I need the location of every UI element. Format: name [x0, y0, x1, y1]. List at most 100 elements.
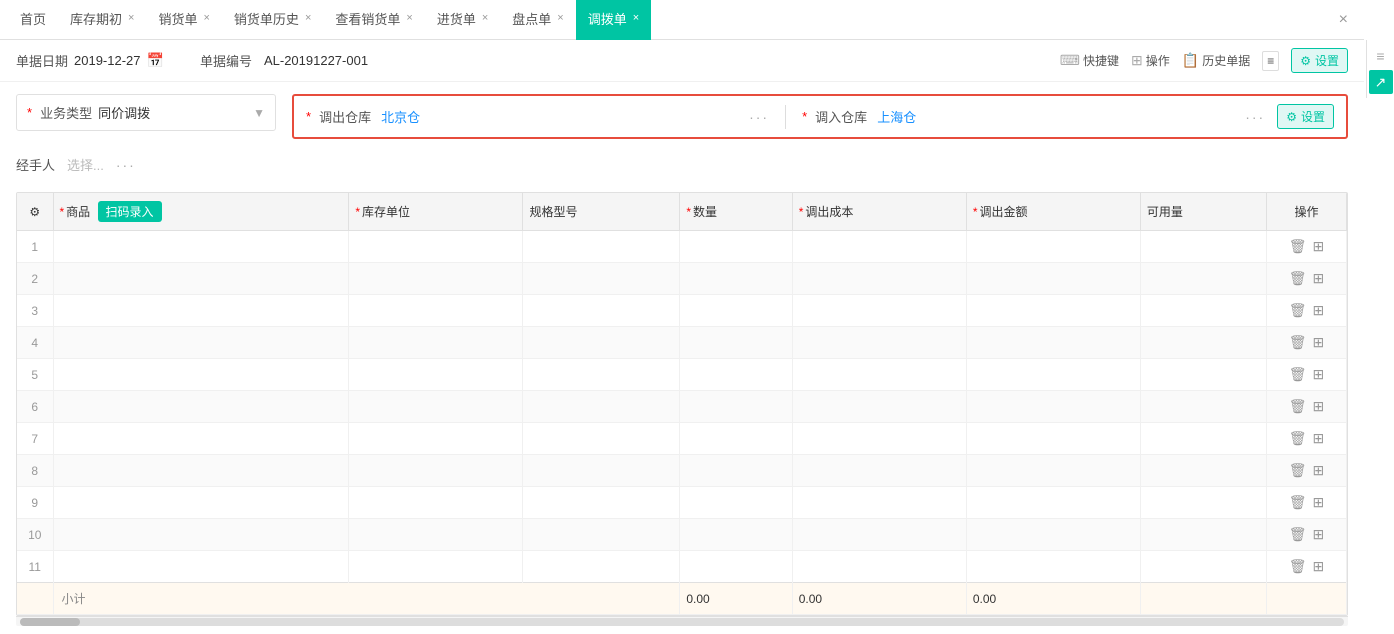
- table-settings-icon[interactable]: ⚙: [29, 205, 40, 219]
- delete-row-icon[interactable]: 🗑: [1289, 270, 1307, 287]
- delete-row-icon[interactable]: 🗑: [1289, 558, 1307, 575]
- person-more-icon[interactable]: ···: [116, 157, 136, 173]
- cell-unit[interactable]: [349, 231, 523, 263]
- cell-qty[interactable]: [680, 231, 792, 263]
- delete-row-icon[interactable]: 🗑: [1289, 430, 1307, 447]
- shortcuts-icon: ⌨: [1060, 52, 1080, 69]
- tab-inventory-count-label: 盘点单: [512, 9, 551, 28]
- copy-row-icon[interactable]: ⊞: [1313, 334, 1325, 351]
- person-select[interactable]: 选择...: [67, 155, 104, 174]
- col-spec: 规格型号: [523, 193, 680, 231]
- operations-button[interactable]: ⊞ 操作: [1131, 52, 1170, 69]
- transfer-out-more-icon[interactable]: ···: [749, 109, 769, 125]
- date-value[interactable]: 2019-12-27: [74, 53, 141, 68]
- copy-row-icon[interactable]: ⊞: [1313, 366, 1325, 383]
- settings-button[interactable]: ⚙ 设置: [1291, 48, 1348, 73]
- window-close-button[interactable]: ×: [1331, 11, 1356, 29]
- transfer-out-label: 调出仓库: [319, 107, 371, 126]
- warehouse-divider: [785, 105, 786, 129]
- warehouse-settings-button[interactable]: ⚙ 设置: [1277, 104, 1334, 129]
- tab-purchase-order[interactable]: 进货单 ×: [425, 0, 500, 40]
- layout-btn-1[interactable]: ≡: [1262, 51, 1279, 71]
- table-row: 3 🗑⊞: [17, 295, 1347, 327]
- copy-row-icon[interactable]: ⊞: [1313, 462, 1325, 479]
- tab-inventory-count[interactable]: 盘点单 ×: [500, 0, 575, 40]
- cell-spec[interactable]: [523, 263, 680, 295]
- col-amount: *调出金额: [966, 193, 1140, 231]
- right-sidebar: ≡ ↗: [1366, 40, 1394, 98]
- docno-value: AL-20191227-001: [264, 53, 368, 68]
- cell-available[interactable]: [1140, 231, 1266, 263]
- table-settings-col[interactable]: ⚙: [17, 193, 53, 231]
- scroll-track: [20, 618, 1344, 626]
- history-button[interactable]: 📋 历史单据: [1182, 52, 1250, 69]
- cell-unit[interactable]: [349, 263, 523, 295]
- horizontal-scrollbar[interactable]: [16, 616, 1348, 626]
- warehouse-settings-label: 设置: [1301, 108, 1325, 125]
- cell-product[interactable]: [53, 231, 349, 263]
- tab-inventory-init[interactable]: 库存期初 ×: [58, 0, 146, 40]
- tab-view-sales[interactable]: 查看销货单 ×: [323, 0, 424, 40]
- tab-transfer-order[interactable]: 调拨单 ×: [576, 0, 651, 40]
- transfer-in-field: * 调入仓库 上海仓 ···: [802, 107, 1265, 126]
- cell-spec[interactable]: [523, 231, 680, 263]
- delete-row-icon[interactable]: 🗑: [1289, 494, 1307, 511]
- delete-row-icon[interactable]: 🗑: [1289, 398, 1307, 415]
- copy-row-icon[interactable]: ⊞: [1313, 270, 1325, 287]
- copy-row-icon[interactable]: ⊞: [1313, 302, 1325, 319]
- tab-home-label: 首页: [20, 9, 46, 28]
- copy-row-icon[interactable]: ⊞: [1313, 430, 1325, 447]
- table-row: 11 🗑⊞: [17, 551, 1347, 583]
- cell-cost[interactable]: [792, 231, 966, 263]
- calendar-icon[interactable]: 📅: [147, 52, 164, 69]
- delete-row-icon[interactable]: 🗑: [1289, 302, 1307, 319]
- tab-transfer-order-label: 调拨单: [588, 9, 627, 28]
- table-row: 6 🗑⊞: [17, 391, 1347, 423]
- copy-row-icon[interactable]: ⊞: [1313, 558, 1325, 575]
- close-purchase-order-icon[interactable]: ×: [482, 13, 488, 24]
- transfer-out-value[interactable]: 北京仓: [381, 107, 420, 126]
- tab-sales-order[interactable]: 销货单 ×: [146, 0, 221, 40]
- shortcuts-button[interactable]: ⌨ 快捷键: [1060, 52, 1119, 69]
- close-view-sales-icon[interactable]: ×: [406, 13, 412, 24]
- cell-product[interactable]: [53, 263, 349, 295]
- cell-amount[interactable]: [966, 231, 1140, 263]
- business-type-required-star: *: [27, 105, 32, 120]
- sidebar-list-icon[interactable]: ≡: [1369, 44, 1393, 68]
- history-label: 历史单据: [1202, 52, 1250, 69]
- close-inventory-init-icon[interactable]: ×: [128, 13, 134, 24]
- business-type-dropdown-icon[interactable]: ▼: [253, 106, 265, 120]
- delete-row-icon[interactable]: 🗑: [1289, 526, 1307, 543]
- copy-row-icon[interactable]: ⊞: [1313, 494, 1325, 511]
- warehouse-box: * 调出仓库 北京仓 ··· * 调入仓库 上海仓 ··· ⚙ 设置: [292, 94, 1348, 139]
- operations-label: 操作: [1146, 52, 1170, 69]
- delete-row-icon[interactable]: 🗑: [1289, 462, 1307, 479]
- col-cost: *调出成本: [792, 193, 966, 231]
- tab-view-sales-label: 查看销货单: [335, 9, 400, 28]
- copy-row-icon[interactable]: ⊞: [1313, 238, 1325, 255]
- close-sales-history-icon[interactable]: ×: [305, 13, 311, 24]
- close-transfer-order-icon[interactable]: ×: [633, 13, 639, 24]
- business-type-value[interactable]: 同价调拨: [98, 103, 247, 122]
- tab-sales-history[interactable]: 销货单历史 ×: [222, 0, 323, 40]
- cell-amount[interactable]: [966, 263, 1140, 295]
- close-inventory-count-icon[interactable]: ×: [557, 13, 563, 24]
- copy-row-icon[interactable]: ⊞: [1313, 398, 1325, 415]
- close-sales-order-icon[interactable]: ×: [203, 13, 209, 24]
- cell-available[interactable]: [1140, 263, 1266, 295]
- copy-row-icon[interactable]: ⊞: [1313, 526, 1325, 543]
- tab-sales-history-label: 销货单历史: [234, 9, 299, 28]
- tab-home[interactable]: 首页: [8, 0, 58, 40]
- delete-row-icon[interactable]: 🗑: [1289, 334, 1307, 351]
- cell-qty[interactable]: [680, 263, 792, 295]
- transfer-out-field: * 调出仓库 北京仓 ···: [306, 107, 769, 126]
- scan-button[interactable]: 扫码录入: [98, 201, 162, 222]
- sidebar-expand-icon[interactable]: ↗: [1369, 70, 1393, 94]
- delete-row-icon[interactable]: 🗑: [1289, 366, 1307, 383]
- cell-cost[interactable]: [792, 263, 966, 295]
- delete-row-icon[interactable]: 🗑: [1289, 238, 1307, 255]
- transfer-in-value[interactable]: 上海仓: [877, 107, 916, 126]
- business-type-label: 业务类型: [40, 103, 92, 122]
- transfer-in-more-icon[interactable]: ···: [1245, 109, 1265, 125]
- scroll-thumb[interactable]: [20, 618, 80, 626]
